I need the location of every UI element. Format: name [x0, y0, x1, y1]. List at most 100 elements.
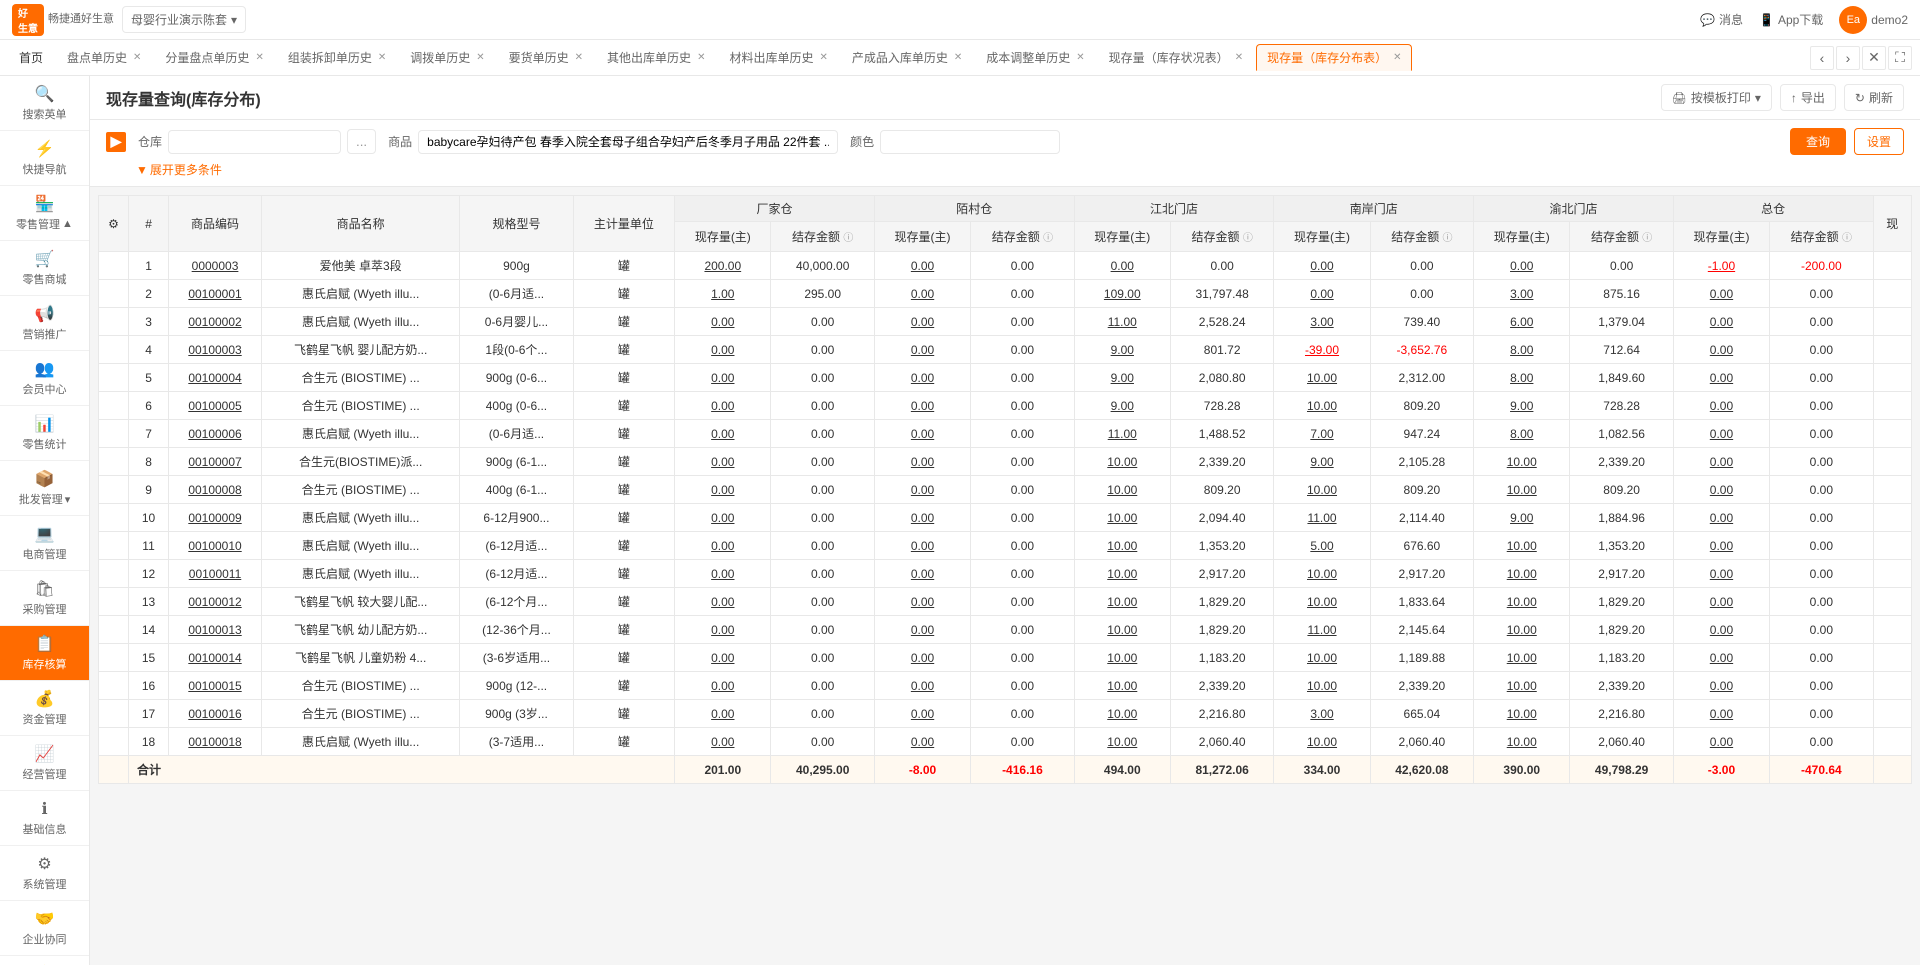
- row-c4-qty[interactable]: 0.00: [1274, 280, 1370, 308]
- user-area[interactable]: Ea demo2: [1839, 6, 1908, 34]
- row-c3-qty[interactable]: 11.00: [1074, 308, 1170, 336]
- row-total-qty[interactable]: 0.00: [1673, 336, 1769, 364]
- row-c5-qty[interactable]: 8.00: [1474, 364, 1570, 392]
- sidebar-item-purchase[interactable]: 🛍 采购管理: [0, 571, 89, 626]
- sidebar-item-quicknav[interactable]: ⚡ 快捷导航: [0, 131, 89, 186]
- row-c5-qty[interactable]: 10.00: [1474, 700, 1570, 728]
- row-c1-qty[interactable]: 0.00: [675, 532, 771, 560]
- row-code[interactable]: 00100012: [169, 588, 262, 616]
- row-c1-qty[interactable]: 0.00: [675, 448, 771, 476]
- sidebar-item-new-guide[interactable]: 🌟 新手引导: [0, 956, 89, 965]
- row-c4-qty[interactable]: 0.00: [1274, 252, 1370, 280]
- row-c5-qty[interactable]: 9.00: [1474, 392, 1570, 420]
- row-code[interactable]: 00100013: [169, 616, 262, 644]
- row-c1-qty[interactable]: 0.00: [675, 728, 771, 756]
- row-c4-qty[interactable]: 10.00: [1274, 392, 1370, 420]
- row-c2-qty[interactable]: 0.00: [874, 672, 970, 700]
- row-c5-qty[interactable]: 10.00: [1474, 560, 1570, 588]
- row-total-qty[interactable]: 0.00: [1673, 308, 1769, 336]
- row-c1-qty[interactable]: 200.00: [675, 252, 771, 280]
- row-total-qty[interactable]: 0.00: [1673, 476, 1769, 504]
- row-c1-qty[interactable]: 0.00: [675, 476, 771, 504]
- row-total-qty[interactable]: 0.00: [1673, 728, 1769, 756]
- row-code[interactable]: 00100011: [169, 560, 262, 588]
- row-c4-qty[interactable]: 11.00: [1274, 616, 1370, 644]
- tab-other-out[interactable]: 其他出库单历史 ✕: [596, 44, 716, 71]
- sidebar-item-retail-store[interactable]: 🛒 零售商城: [0, 241, 89, 296]
- tab-close-icon[interactable]: ✕: [819, 52, 827, 63]
- row-c5-qty[interactable]: 10.00: [1474, 448, 1570, 476]
- row-code[interactable]: 00100002: [169, 308, 262, 336]
- row-c2-qty[interactable]: 0.00: [874, 392, 970, 420]
- row-c3-qty[interactable]: 9.00: [1074, 392, 1170, 420]
- refresh-btn[interactable]: ↻ 刷新: [1844, 84, 1904, 111]
- row-c4-qty[interactable]: 10.00: [1274, 476, 1370, 504]
- row-code[interactable]: 00100006: [169, 420, 262, 448]
- row-code[interactable]: 00100010: [169, 532, 262, 560]
- row-total-qty[interactable]: 0.00: [1673, 616, 1769, 644]
- tab-close-icon[interactable]: ✕: [1076, 52, 1084, 63]
- row-c2-qty[interactable]: 0.00: [874, 504, 970, 532]
- row-c3-qty[interactable]: 10.00: [1074, 476, 1170, 504]
- messages-btn[interactable]: 💬 消息: [1700, 11, 1743, 28]
- row-c1-qty[interactable]: 0.00: [675, 336, 771, 364]
- row-c4-qty[interactable]: 7.00: [1274, 420, 1370, 448]
- row-c4-qty[interactable]: 9.00: [1274, 448, 1370, 476]
- row-c2-qty[interactable]: 0.00: [874, 476, 970, 504]
- row-c4-qty[interactable]: -39.00: [1274, 336, 1370, 364]
- tab-close-icon[interactable]: ✕: [954, 52, 962, 63]
- row-c5-qty[interactable]: 8.00: [1474, 336, 1570, 364]
- tab-stock-dist[interactable]: 现存量（库存分布表） ✕: [1256, 44, 1412, 71]
- row-c3-qty[interactable]: 10.00: [1074, 588, 1170, 616]
- industry-selector[interactable]: 母婴行业演示陈套 ▾: [122, 6, 246, 33]
- warehouse-ellipsis-btn[interactable]: ...: [347, 129, 376, 154]
- row-c5-qty[interactable]: 9.00: [1474, 504, 1570, 532]
- row-total-qty[interactable]: 0.00: [1673, 420, 1769, 448]
- tab-close-all-btn[interactable]: ✕: [1862, 46, 1886, 70]
- tab-close-icon[interactable]: ✕: [575, 52, 583, 63]
- row-c1-qty[interactable]: 0.00: [675, 420, 771, 448]
- tab-inventory-check[interactable]: 盘点单历史 ✕: [56, 44, 152, 71]
- row-c2-qty[interactable]: 0.00: [874, 252, 970, 280]
- row-code[interactable]: 00100003: [169, 336, 262, 364]
- tab-close-icon[interactable]: ✕: [133, 52, 141, 63]
- row-c5-qty[interactable]: 10.00: [1474, 532, 1570, 560]
- row-c1-qty[interactable]: 0.00: [675, 392, 771, 420]
- row-c5-qty[interactable]: 10.00: [1474, 672, 1570, 700]
- row-c5-qty[interactable]: 0.00: [1474, 252, 1570, 280]
- row-c4-qty[interactable]: 10.00: [1274, 560, 1370, 588]
- row-c5-qty[interactable]: 10.00: [1474, 476, 1570, 504]
- row-c2-qty[interactable]: 0.00: [874, 448, 970, 476]
- row-c1-qty[interactable]: 0.00: [675, 588, 771, 616]
- color-input[interactable]: [880, 130, 1060, 154]
- row-c3-qty[interactable]: 10.00: [1074, 560, 1170, 588]
- sidebar-item-retail-mgmt[interactable]: 🏪 零售管理 ▲: [0, 186, 89, 241]
- row-c5-qty[interactable]: 10.00: [1474, 616, 1570, 644]
- row-code[interactable]: 00100018: [169, 728, 262, 756]
- row-c2-qty[interactable]: 0.00: [874, 616, 970, 644]
- expand-more-btn[interactable]: ▼ 展开更多条件: [136, 161, 1904, 178]
- row-c3-qty[interactable]: 11.00: [1074, 420, 1170, 448]
- tab-fullscreen-btn[interactable]: ⛶: [1888, 46, 1912, 70]
- print-btn[interactable]: 🖨 按模板打印 ▾: [1661, 84, 1772, 111]
- row-code[interactable]: 00100008: [169, 476, 262, 504]
- tab-material-out[interactable]: 材料出库单历史 ✕: [718, 44, 838, 71]
- row-c1-qty[interactable]: 0.00: [675, 700, 771, 728]
- row-total-qty[interactable]: 0.00: [1673, 644, 1769, 672]
- sidebar-item-finance[interactable]: 💰 资金管理: [0, 681, 89, 736]
- row-c4-qty[interactable]: 3.00: [1274, 308, 1370, 336]
- row-c4-qty[interactable]: 10.00: [1274, 364, 1370, 392]
- row-c4-qty[interactable]: 10.00: [1274, 588, 1370, 616]
- row-total-qty[interactable]: 0.00: [1673, 532, 1769, 560]
- row-c2-qty[interactable]: 0.00: [874, 308, 970, 336]
- row-c5-qty[interactable]: 10.00: [1474, 644, 1570, 672]
- tab-close-icon[interactable]: ✕: [378, 52, 386, 63]
- row-c1-qty[interactable]: 0.00: [675, 308, 771, 336]
- row-c3-qty[interactable]: 10.00: [1074, 644, 1170, 672]
- row-code[interactable]: 00100004: [169, 364, 262, 392]
- row-c1-qty[interactable]: 0.00: [675, 644, 771, 672]
- row-code[interactable]: 00100005: [169, 392, 262, 420]
- sidebar-item-enterprise-collab[interactable]: 🤝 企业协同: [0, 901, 89, 956]
- sidebar-item-retail-stats[interactable]: 📊 零售统计: [0, 406, 89, 461]
- row-c2-qty[interactable]: 0.00: [874, 336, 970, 364]
